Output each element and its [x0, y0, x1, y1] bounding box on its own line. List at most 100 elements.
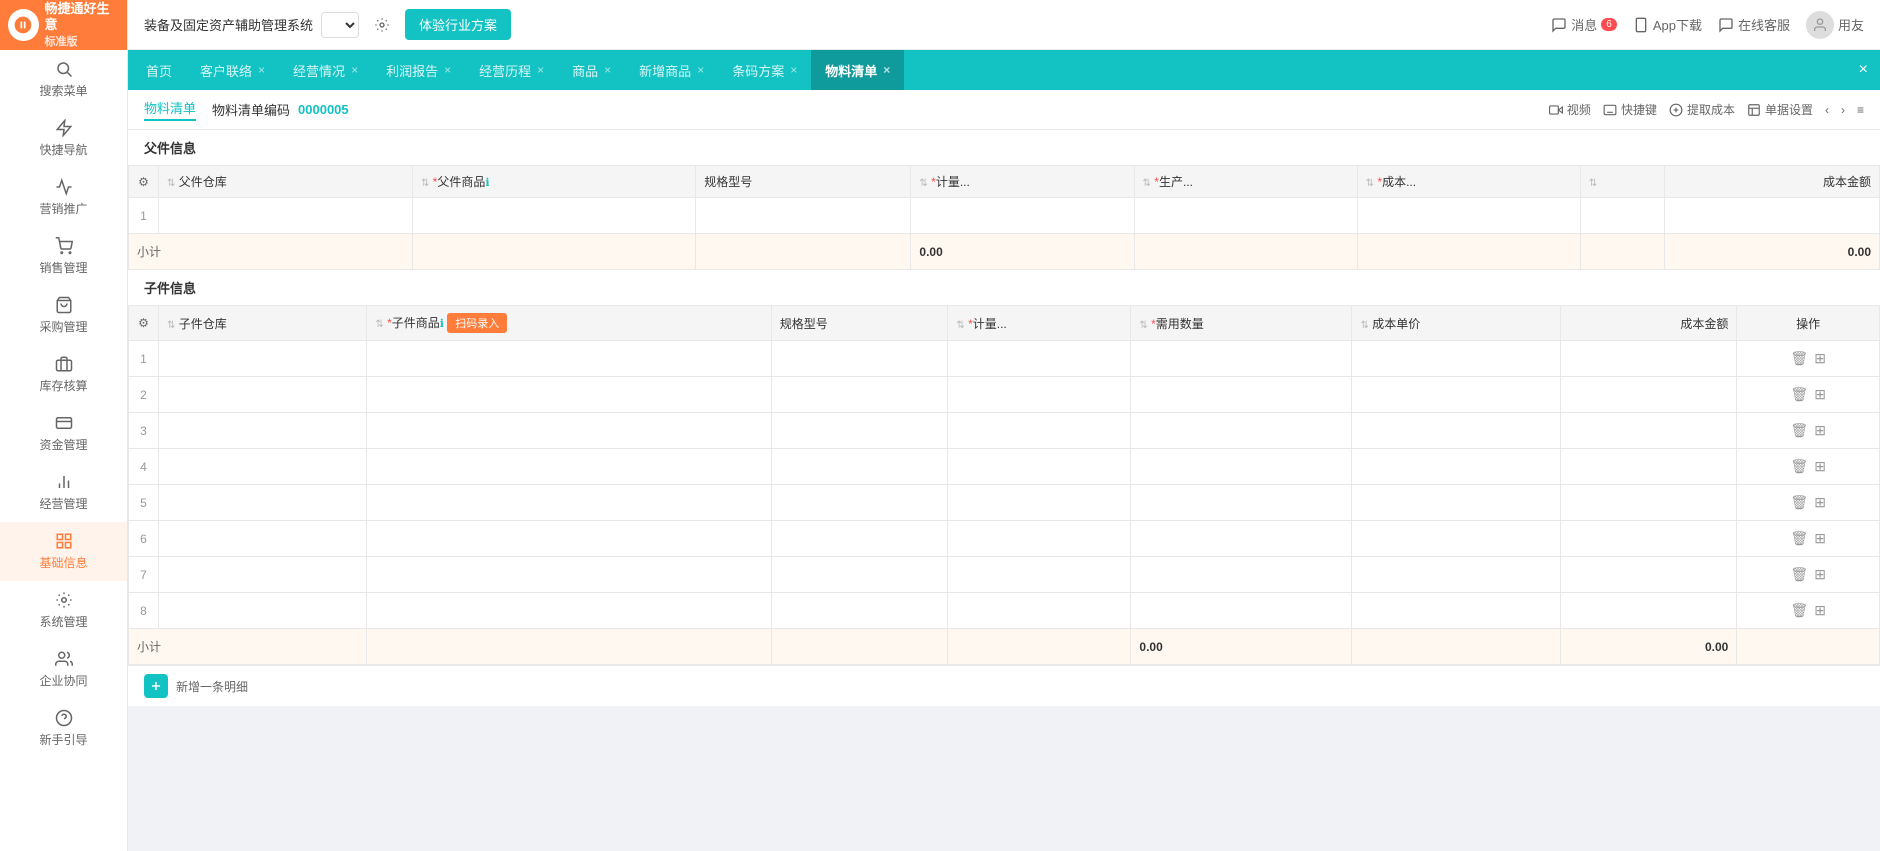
child-qty-1[interactable] — [1131, 341, 1352, 377]
parent-production-1[interactable] — [1134, 198, 1357, 234]
system-select[interactable] — [321, 12, 359, 38]
tab-operations-status[interactable]: 经营情况 × — [279, 50, 372, 90]
child-cost-price-5[interactable] — [1352, 485, 1560, 521]
sidebar-item-operations[interactable]: 经营管理 — [0, 463, 127, 522]
child-unit-3[interactable] — [948, 413, 1131, 449]
sidebar-item-basic-info[interactable]: 基础信息 — [0, 522, 127, 581]
child-qty-5[interactable] — [1131, 485, 1352, 521]
tab-close-customer[interactable]: × — [258, 63, 265, 77]
sidebar-item-inventory[interactable]: 库存核算 — [0, 345, 127, 404]
delete-icon-7[interactable]: 🗑 — [1790, 566, 1808, 583]
tab-profit-report[interactable]: 利润报告 × — [372, 50, 465, 90]
child-unit-1[interactable] — [948, 341, 1131, 377]
child-spec-4[interactable] — [771, 449, 948, 485]
child-cost-price-1[interactable] — [1352, 341, 1560, 377]
gear-button[interactable] — [367, 10, 397, 40]
tab-new-goods[interactable]: 新增商品 × — [625, 50, 718, 90]
child-goods-2[interactable] — [367, 377, 771, 413]
add-detail-label[interactable]: 新增一条明细 — [176, 678, 248, 695]
sidebar-item-sales[interactable]: 销售管理 — [0, 227, 127, 286]
tab-close-hist[interactable]: × — [537, 63, 544, 77]
child-unit-7[interactable] — [948, 557, 1131, 593]
delete-icon-5[interactable]: 🗑 — [1790, 494, 1808, 511]
child-goods-3[interactable] — [367, 413, 771, 449]
close-all-tabs[interactable]: × — [1851, 61, 1876, 79]
sidebar-item-purchase[interactable]: 采购管理 — [0, 286, 127, 345]
action-single-setting[interactable]: 单据设置 — [1747, 101, 1813, 118]
scan-input-btn[interactable]: 扫码录入 — [447, 313, 507, 333]
child-spec-1[interactable] — [771, 341, 948, 377]
child-unit-2[interactable] — [948, 377, 1131, 413]
child-spec-6[interactable] — [771, 521, 948, 557]
tab-customer[interactable]: 客户联络 × — [186, 50, 279, 90]
nav-next[interactable]: › — [1841, 103, 1845, 117]
tab-close-new-goods[interactable]: × — [697, 63, 704, 77]
tab-barcode[interactable]: 条码方案 × — [718, 50, 811, 90]
copy-icon-1[interactable]: ⊞ — [1814, 350, 1826, 367]
message-item[interactable]: 消息 6 — [1551, 15, 1617, 34]
tab-home[interactable]: 首页 — [132, 50, 186, 90]
tab-ops-history[interactable]: 经营历程 × — [465, 50, 558, 90]
child-qty-6[interactable] — [1131, 521, 1352, 557]
settings-icon[interactable]: ⚙ — [138, 175, 149, 189]
child-qty-7[interactable] — [1131, 557, 1352, 593]
child-cost-price-7[interactable] — [1352, 557, 1560, 593]
copy-icon-3[interactable]: ⊞ — [1814, 422, 1826, 439]
child-qty-2[interactable] — [1131, 377, 1352, 413]
sidebar-item-enterprise[interactable]: 企业协同 — [0, 640, 127, 699]
child-spec-8[interactable] — [771, 593, 948, 629]
online-service-item[interactable]: 在线客服 — [1718, 15, 1790, 34]
child-goods-1[interactable] — [367, 341, 771, 377]
child-cost-price-2[interactable] — [1352, 377, 1560, 413]
child-goods-4[interactable] — [367, 449, 771, 485]
child-warehouse-8[interactable] — [159, 593, 367, 629]
sidebar-item-marketing[interactable]: 营销推广 — [0, 168, 127, 227]
child-warehouse-3[interactable] — [159, 413, 367, 449]
copy-icon-4[interactable]: ⊞ — [1814, 458, 1826, 475]
child-spec-7[interactable] — [771, 557, 948, 593]
child-goods-8[interactable] — [367, 593, 771, 629]
tab-bom-list[interactable]: 物料清单 × — [811, 50, 904, 90]
nav-prev[interactable]: ‹ — [1825, 103, 1829, 117]
child-spec-2[interactable] — [771, 377, 948, 413]
delete-icon-8[interactable]: 🗑 — [1790, 602, 1808, 619]
copy-icon-2[interactable]: ⊞ — [1814, 386, 1826, 403]
child-unit-5[interactable] — [948, 485, 1131, 521]
delete-icon-1[interactable]: 🗑 — [1790, 350, 1808, 367]
parent-goods-1[interactable] — [412, 198, 695, 234]
delete-icon-3[interactable]: 🗑 — [1790, 422, 1808, 439]
child-unit-6[interactable] — [948, 521, 1131, 557]
experience-btn[interactable]: 体验行业方案 — [405, 9, 511, 40]
parent-unit-1[interactable] — [911, 198, 1134, 234]
tab-close-bom[interactable]: × — [883, 63, 890, 77]
child-unit-8[interactable] — [948, 593, 1131, 629]
parent-spec-1[interactable] — [696, 198, 911, 234]
child-qty-8[interactable] — [1131, 593, 1352, 629]
nav-more[interactable]: ≡ — [1857, 103, 1864, 117]
tab-close-ops[interactable]: × — [351, 63, 358, 77]
delete-icon-4[interactable]: 🗑 — [1790, 458, 1808, 475]
child-goods-6[interactable] — [367, 521, 771, 557]
copy-icon-8[interactable]: ⊞ — [1814, 602, 1826, 619]
tab-close-barcode[interactable]: × — [790, 63, 797, 77]
sidebar-item-system[interactable]: 系统管理 — [0, 581, 127, 640]
th-parent-settings[interactable]: ⚙ — [129, 166, 159, 198]
child-warehouse-2[interactable] — [159, 377, 367, 413]
child-cost-price-3[interactable] — [1352, 413, 1560, 449]
child-warehouse-6[interactable] — [159, 521, 367, 557]
child-cost-price-6[interactable] — [1352, 521, 1560, 557]
child-warehouse-4[interactable] — [159, 449, 367, 485]
child-unit-4[interactable] — [948, 449, 1131, 485]
tab-close-goods[interactable]: × — [604, 63, 611, 77]
child-warehouse-1[interactable] — [159, 341, 367, 377]
sidebar-item-quick-nav[interactable]: 快捷导航 — [0, 109, 127, 168]
tab-goods[interactable]: 商品 × — [558, 50, 625, 90]
delete-icon-2[interactable]: 🗑 — [1790, 386, 1808, 403]
tab-close-profit[interactable]: × — [444, 63, 451, 77]
sidebar-item-finance[interactable]: 资金管理 — [0, 404, 127, 463]
delete-icon-6[interactable]: 🗑 — [1790, 530, 1808, 547]
sidebar-item-search[interactable]: 搜索菜单 — [0, 50, 127, 109]
parent-cost-1[interactable] — [1357, 198, 1580, 234]
child-cost-price-8[interactable] — [1352, 593, 1560, 629]
sidebar-item-guide[interactable]: 新手引导 — [0, 699, 127, 758]
